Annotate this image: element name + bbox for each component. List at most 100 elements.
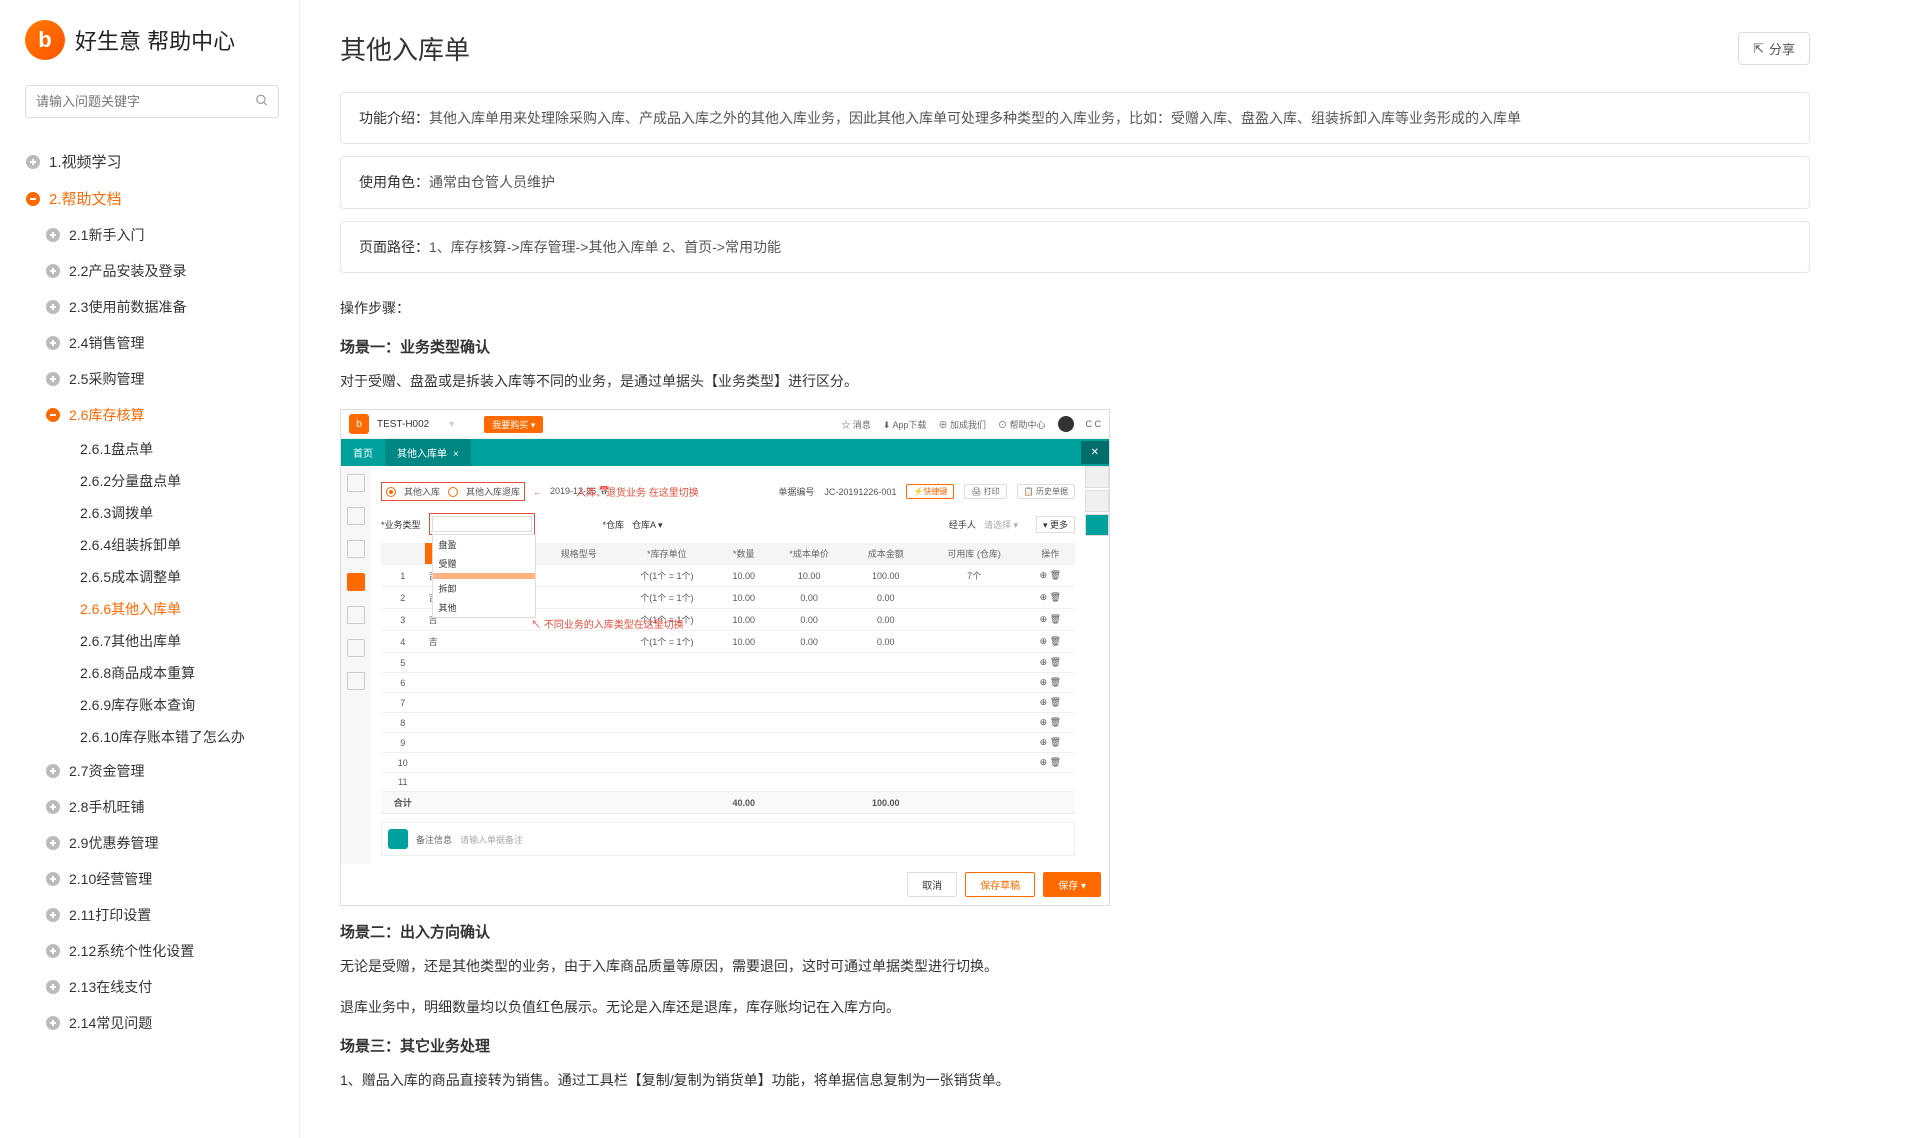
ss-type-highlight: 其他入库 其他入库退库 (381, 482, 525, 501)
scene1-title: 场景一：业务类型确认 (340, 336, 1810, 357)
nav-2-1[interactable]: 2.1新手入门 (25, 217, 279, 253)
nav-2-10[interactable]: 2.10经营管理 (25, 861, 279, 897)
share-icon: ⇱ (1753, 41, 1764, 57)
table-row: 4吉个(1个 = 1个)10.000.000.00⊕ 🗑 (381, 631, 1075, 653)
ss-tab-close-icon: ✕ (1081, 441, 1109, 464)
steps-label: 操作步骤： (340, 298, 1810, 318)
ss-tool-icon (1085, 514, 1109, 536)
table-row: 11 (381, 773, 1075, 792)
site-brand: b 好生意 帮助中心 (25, 20, 279, 60)
expand-icon (45, 835, 61, 851)
ss-tool-icon (1085, 490, 1109, 512)
expand-icon (45, 263, 61, 279)
search-icon[interactable] (255, 93, 269, 110)
ss-tool-icon (1085, 466, 1109, 488)
ss-doc-no: JC-20191226-001 (824, 487, 896, 497)
nav-help-docs[interactable]: 2.帮助文档 (25, 180, 279, 217)
expand-icon (45, 763, 61, 779)
nav-2-2[interactable]: 2.2产品安装及登录 (25, 253, 279, 289)
expand-icon (45, 227, 61, 243)
nav-2-6-3[interactable]: 2.6.3调拨单 (25, 497, 279, 529)
sidebar: b 好生意 帮助中心 1.视频学习 2.帮助文档 2.1新手入门 2.2产品安装… (0, 0, 300, 1138)
expand-icon (45, 979, 61, 995)
collapse-icon (25, 191, 41, 207)
ss-draft-button: 保存草稿 (965, 872, 1035, 897)
nav-2-6-1[interactable]: 2.6.1盘点单 (25, 433, 279, 465)
ss-topbar: b TEST-H002 ▾ 我要购买 ▾ ☆ 消息 ⬇ App下载 ⊕ 加成我们… (341, 410, 1109, 439)
logo-icon: b (25, 20, 65, 60)
info-role: 使用角色：通常由仓管人员维护 (340, 156, 1810, 208)
nav-video-learning[interactable]: 1.视频学习 (25, 143, 279, 180)
nav-2-6-8[interactable]: 2.6.8商品成本重算 (25, 657, 279, 689)
ss-annotation-1: 入库、退货业务 在这里切换 (576, 484, 699, 499)
expand-icon (45, 1015, 61, 1031)
ss-radio-in-icon (386, 487, 396, 497)
nav-2-11[interactable]: 2.11打印设置 (25, 897, 279, 933)
ss-remark-icon (388, 829, 408, 849)
page-title: 其他入库单 (340, 30, 470, 67)
ss-avatar-icon (1058, 416, 1074, 432)
nav-2-12[interactable]: 2.12系统个性化设置 (25, 933, 279, 969)
table-row: 6⊕ 🗑 (381, 673, 1075, 693)
nav-2-5[interactable]: 2.5采购管理 (25, 361, 279, 397)
ss-person-val: 请选择 ▾ (984, 518, 1018, 531)
ss-username: C C (1086, 419, 1102, 429)
table-row: 10⊕ 🗑 (381, 753, 1075, 773)
nav-2-6-7[interactable]: 2.6.7其他出库单 (25, 625, 279, 657)
ss-biz-label: *业务类型 (381, 518, 421, 531)
nav-2-6[interactable]: 2.6库存核算 (25, 397, 279, 433)
ss-nav-icon (347, 474, 365, 492)
ss-buy-button: 我要购买 ▾ (484, 416, 543, 433)
ss-tabbar: 首页 其他入库单 ✕ (341, 439, 1109, 466)
expand-icon (45, 299, 61, 315)
ss-tag-print: 🖨 打印 (964, 484, 1006, 499)
scene2-title: 场景二：出入方向确认 (340, 921, 1810, 942)
scene3-title: 场景三：其它业务处理 (340, 1035, 1810, 1056)
expand-icon (45, 799, 61, 815)
nav-2-6-10[interactable]: 2.6.10库存账本错了怎么办 (25, 721, 279, 753)
nav-2-6-4[interactable]: 2.6.4组装拆卸单 (25, 529, 279, 561)
ss-remark: 备注信息 请输入单据备注 (381, 822, 1075, 856)
ss-wh-val: 仓库A ▾ (632, 518, 663, 531)
ss-leftbar (341, 466, 371, 864)
expand-icon (45, 371, 61, 387)
nav-2-6-6[interactable]: 2.6.6其他入库单 (25, 593, 279, 625)
ss-save-button: 保存 ▾ (1043, 872, 1101, 897)
nav-2-6-5[interactable]: 2.6.5成本调整单 (25, 561, 279, 593)
ss-nav-icon-active (347, 573, 365, 591)
ss-rightbar (1085, 466, 1109, 864)
ss-logo-icon: b (349, 414, 369, 434)
expand-icon (25, 154, 41, 170)
search-box (25, 85, 279, 118)
ss-wh-label: *仓库 (603, 518, 625, 531)
share-button[interactable]: ⇱ 分享 (1738, 32, 1810, 65)
nav-2-13[interactable]: 2.13在线支付 (25, 969, 279, 1005)
nav-2-3[interactable]: 2.3使用前数据准备 (25, 289, 279, 325)
ss-cancel-button: 取消 (907, 872, 957, 897)
nav-2-6-2[interactable]: 2.6.2分量盘点单 (25, 465, 279, 497)
ss-radio-out-icon (448, 487, 458, 497)
nav-2-4[interactable]: 2.4销售管理 (25, 325, 279, 361)
ss-tab-home: 首页 (341, 439, 385, 466)
ss-tab-active: 其他入库单 (385, 439, 471, 466)
ss-link-app: ⬇ App下载 (883, 418, 927, 431)
table-row: 8⊕ 🗑 (381, 713, 1075, 733)
table-row: 5⊕ 🗑 (381, 653, 1075, 673)
ss-nav-icon (347, 606, 365, 624)
expand-icon (45, 943, 61, 959)
ss-doc-no-label: 单据编号 (778, 485, 814, 498)
nav-2-6-9[interactable]: 2.6.9库存账本查询 (25, 689, 279, 721)
ss-nav-icon (347, 540, 365, 558)
ss-annotation-2: ↖ 不同业务的入库类型在这里切换 (531, 616, 684, 631)
ss-nav-icon (347, 672, 365, 690)
expand-icon (45, 871, 61, 887)
ss-person-label: 经手人 (949, 518, 976, 531)
nav-2-7[interactable]: 2.7资金管理 (25, 753, 279, 789)
ss-link-help: ⊙ 帮助中心 (998, 418, 1046, 431)
nav-2-14[interactable]: 2.14常见问题 (25, 1005, 279, 1041)
search-input[interactable] (25, 85, 279, 118)
ss-link-msg: ☆ 消息 (841, 418, 871, 431)
nav-2-8[interactable]: 2.8手机旺铺 (25, 789, 279, 825)
collapse-icon (45, 407, 61, 423)
nav-2-9[interactable]: 2.9优惠券管理 (25, 825, 279, 861)
